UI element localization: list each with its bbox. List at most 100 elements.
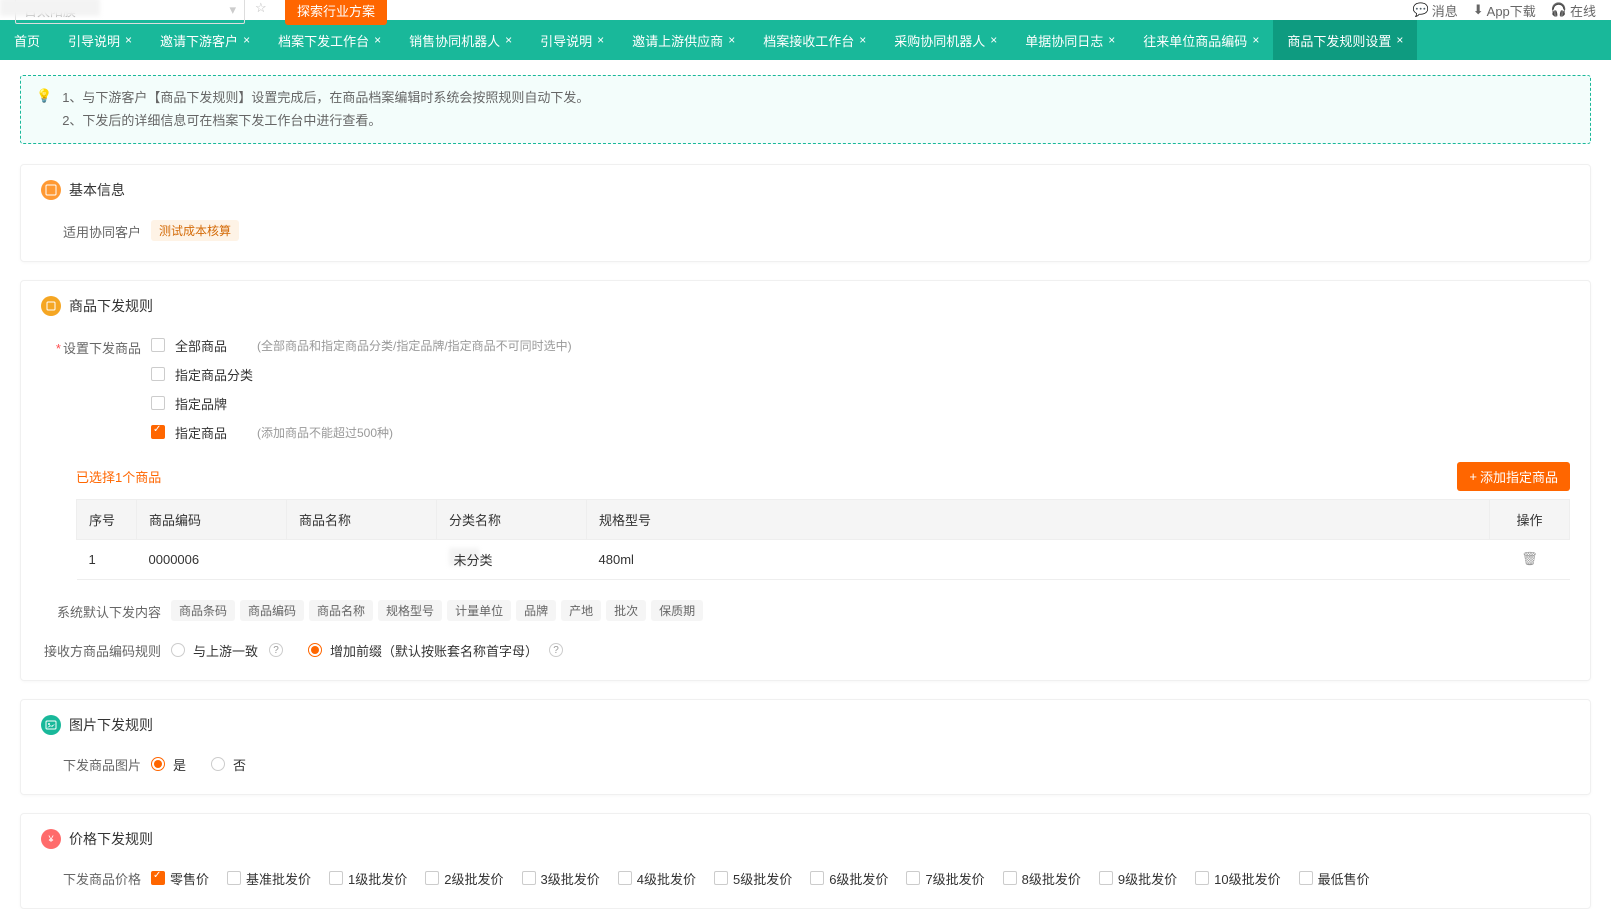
- checkbox-brand[interactable]: [151, 396, 165, 410]
- delete-icon[interactable]: 🗑: [1521, 551, 1538, 566]
- price-check-item[interactable]: 3级批发价: [522, 869, 600, 888]
- close-icon[interactable]: ×: [505, 33, 512, 47]
- price-check-item[interactable]: 7级批发价: [906, 869, 984, 888]
- th-action: 操作: [1490, 499, 1570, 539]
- image-rule-card: 图片下发规则 下发商品图片 是 否: [20, 699, 1591, 795]
- close-icon[interactable]: ×: [990, 33, 997, 47]
- price-check-item[interactable]: 9级批发价: [1099, 869, 1177, 888]
- price-check-item[interactable]: 零售价: [151, 869, 209, 888]
- message-icon: 💬: [1413, 2, 1429, 18]
- price-label: 7级批发价: [925, 869, 984, 888]
- price-checkbox[interactable]: [714, 871, 728, 885]
- recv-rule-label: 接收方商品编码规则: [41, 641, 171, 660]
- radio-add-prefix[interactable]: [308, 643, 322, 657]
- checkbox-category[interactable]: [151, 367, 165, 381]
- checkbox-specific-product[interactable]: [151, 425, 165, 439]
- price-label: 8级批发价: [1022, 869, 1081, 888]
- close-icon[interactable]: ×: [1252, 33, 1259, 47]
- price-checkbox[interactable]: [1195, 871, 1209, 885]
- price-check-item[interactable]: 2级批发价: [425, 869, 503, 888]
- price-check-item[interactable]: 4级批发价: [618, 869, 696, 888]
- add-product-button[interactable]: +添加指定商品: [1457, 462, 1570, 491]
- nav-tab[interactable]: 档案下发工作台×: [264, 20, 395, 60]
- price-checkbox[interactable]: [1003, 871, 1017, 885]
- price-checkbox[interactable]: [810, 871, 824, 885]
- price-checkbox[interactable]: [151, 871, 165, 885]
- price-checkbox[interactable]: [227, 871, 241, 885]
- tab-label: 销售协同机器人: [409, 31, 500, 50]
- price-checkbox[interactable]: [1299, 871, 1313, 885]
- app-download-link[interactable]: ⬇App下载: [1473, 1, 1536, 20]
- nav-tab[interactable]: 商品下发规则设置×: [1273, 20, 1417, 60]
- product-rule-title: 商品下发规则: [69, 296, 153, 316]
- all-products-label: 全部商品: [175, 336, 227, 355]
- price-check-item[interactable]: 10级批发价: [1195, 869, 1280, 888]
- product-rule-icon: [41, 296, 61, 316]
- price-check-item[interactable]: 基准批发价: [227, 869, 311, 888]
- messages-link[interactable]: 💬消息: [1413, 1, 1458, 20]
- nav-tab[interactable]: 邀请上游供应商 ×: [618, 20, 749, 60]
- top-bar: 日太阳膜▾ ☆ 探索行业方案 💬消息 ⬇App下载 🎧在线: [0, 0, 1611, 20]
- favorite-icon[interactable]: ☆: [255, 0, 275, 20]
- tab-label: 首页: [14, 31, 40, 50]
- default-tag: 保质期: [651, 600, 703, 621]
- set-product-label: *设置下发商品: [41, 336, 151, 357]
- price-label: 零售价: [170, 869, 209, 888]
- checkbox-all-products[interactable]: [151, 338, 165, 352]
- nav-tab[interactable]: 往来单位商品编码×: [1129, 20, 1273, 60]
- th-name: 商品名称: [287, 499, 437, 539]
- radio-image-no-group[interactable]: 否: [211, 755, 246, 774]
- price-label: 6级批发价: [829, 869, 888, 888]
- close-icon[interactable]: ×: [1108, 33, 1115, 47]
- online-link[interactable]: 🎧在线: [1551, 1, 1596, 20]
- nav-tab[interactable]: 采购协同机器人 ×: [880, 20, 1011, 60]
- price-label: 4级批发价: [637, 869, 696, 888]
- close-icon[interactable]: ×: [728, 33, 735, 47]
- radio-image-no[interactable]: [211, 757, 225, 771]
- price-check-item[interactable]: 5级批发价: [714, 869, 792, 888]
- close-icon[interactable]: ×: [374, 33, 381, 47]
- price-checkbox[interactable]: [329, 871, 343, 885]
- close-icon[interactable]: ×: [597, 33, 604, 47]
- send-image-label: 下发商品图片: [41, 755, 151, 774]
- all-products-hint: (全部商品和指定商品分类/指定品牌/指定商品不可同时选中): [257, 337, 572, 354]
- price-checkbox[interactable]: [522, 871, 536, 885]
- cell-seq: 1: [77, 539, 137, 579]
- close-icon[interactable]: ×: [125, 33, 132, 47]
- price-checkbox[interactable]: [906, 871, 920, 885]
- radio-image-yes[interactable]: [151, 757, 165, 771]
- cell-spec: 480ml: [587, 539, 1490, 579]
- th-spec: 规格型号: [587, 499, 1490, 539]
- nav-tab[interactable]: 档案接收工作台×: [749, 20, 880, 60]
- radio-image-yes-group[interactable]: 是: [151, 755, 186, 774]
- radio-same-upstream-group[interactable]: 与上游一致 ?: [171, 641, 283, 660]
- price-checkbox[interactable]: [618, 871, 632, 885]
- nav-tab[interactable]: 销售协同机器人 ×: [395, 20, 526, 60]
- selected-count: 已选择1个商品: [76, 467, 161, 486]
- cell-category: 未分类: [437, 539, 587, 579]
- tab-label: 采购协同机器人: [894, 31, 985, 50]
- nav-tab[interactable]: 首页: [0, 20, 54, 60]
- close-icon[interactable]: ×: [1396, 33, 1403, 47]
- product-table: 序号 商品编码 商品名称 分类名称 规格型号 操作 1 0000006 未分类: [76, 499, 1570, 580]
- radio-same-upstream[interactable]: [171, 643, 185, 657]
- price-checkbox[interactable]: [1099, 871, 1113, 885]
- price-check-item[interactable]: 8级批发价: [1003, 869, 1081, 888]
- price-checkbox[interactable]: [425, 871, 439, 885]
- price-check-item[interactable]: 最低售价: [1299, 869, 1370, 888]
- price-label: 最低售价: [1318, 869, 1370, 888]
- tab-label: 邀请上游供应商: [632, 31, 723, 50]
- price-check-item[interactable]: 6级批发价: [810, 869, 888, 888]
- radio-add-prefix-group[interactable]: 增加前缀（默认按账套名称首字母） ?: [308, 641, 563, 660]
- help-icon[interactable]: ?: [549, 643, 563, 657]
- nav-tab[interactable]: 单据协同日志×: [1011, 20, 1129, 60]
- close-icon[interactable]: ×: [859, 33, 866, 47]
- nav-tab[interactable]: 引导说明×: [54, 20, 146, 60]
- close-icon[interactable]: ×: [243, 33, 250, 47]
- nav-tab[interactable]: 引导说明×: [526, 20, 618, 60]
- help-icon[interactable]: ?: [269, 643, 283, 657]
- image-rule-title: 图片下发规则: [69, 715, 153, 735]
- svg-text:¥: ¥: [47, 834, 54, 844]
- nav-tab[interactable]: 邀请下游客户×: [146, 20, 264, 60]
- price-check-item[interactable]: 1级批发价: [329, 869, 407, 888]
